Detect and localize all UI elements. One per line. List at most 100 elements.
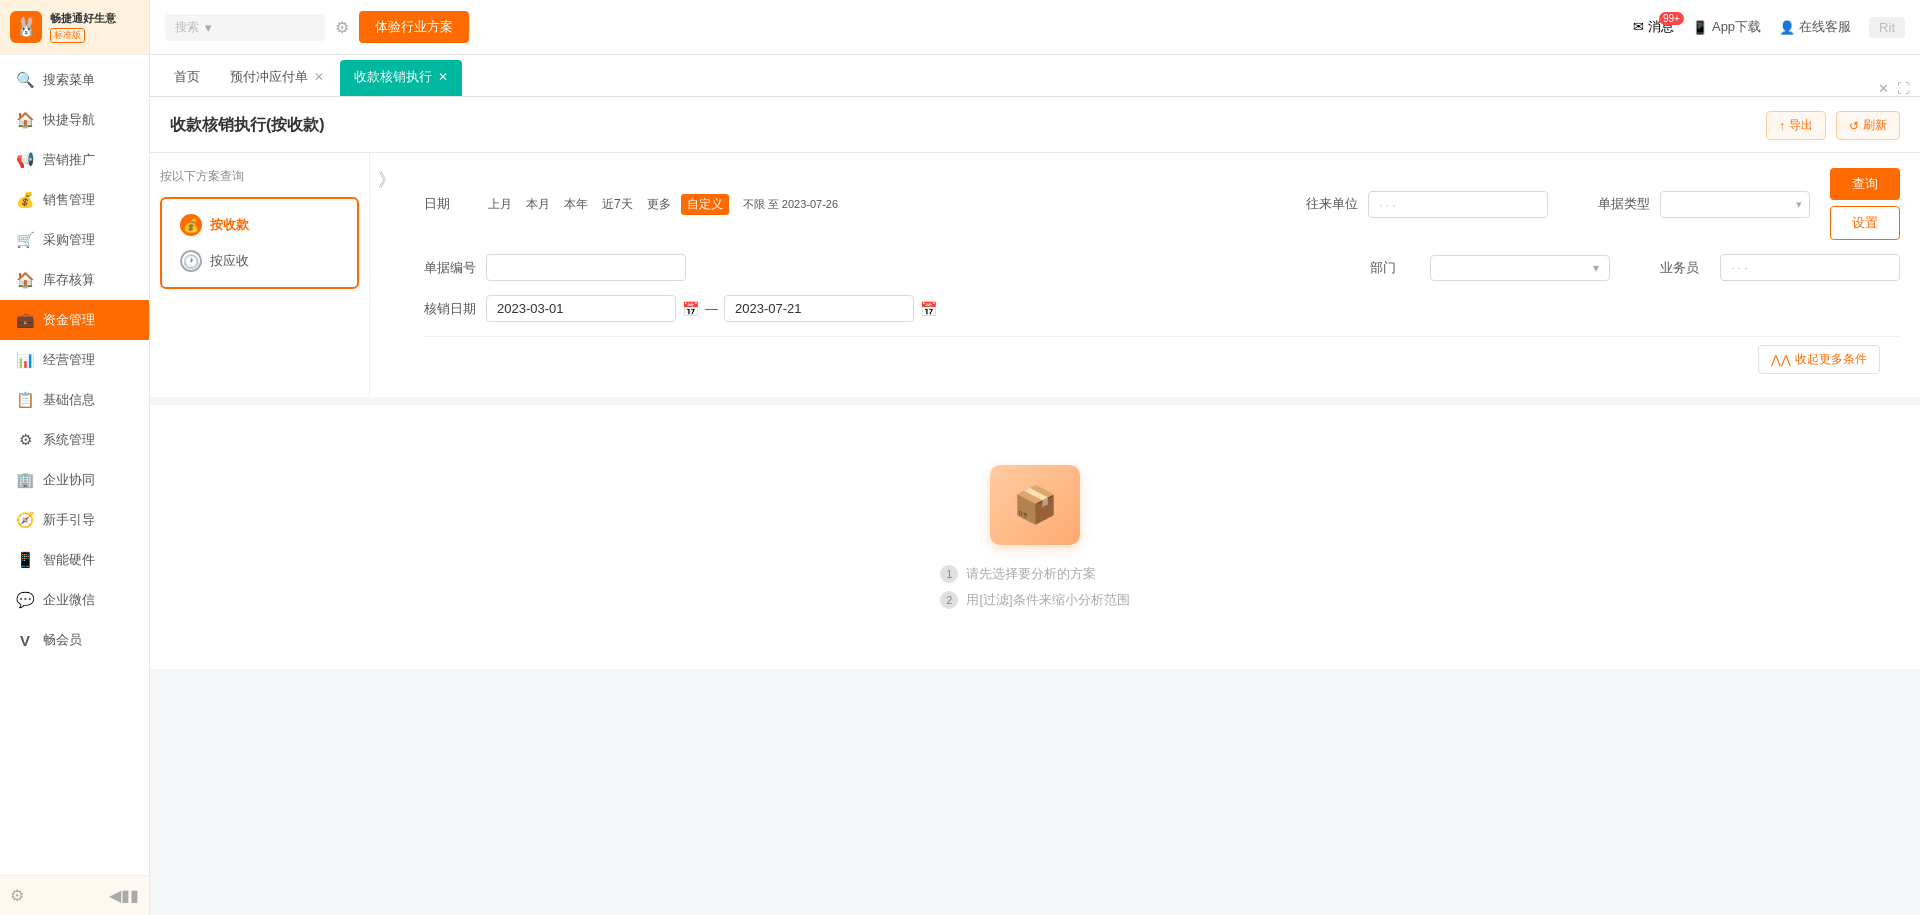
sidebar-item-label: 经营管理 <box>43 351 95 369</box>
sidebar-item-label: 搜索菜单 <box>43 71 95 89</box>
sidebar-item-label: 畅会员 <box>43 631 82 649</box>
sidebar-item-label: 库存核算 <box>43 271 95 289</box>
empty-hints: 1 请先选择要分析的方案 2 用[过滤]条件来缩小分析范围 <box>940 565 1129 609</box>
message-button[interactable]: ✉ 消息 99+ <box>1633 18 1674 36</box>
app-label: App下载 <box>1712 18 1761 36</box>
search-box[interactable]: 搜索 ▾ <box>165 14 325 41</box>
inventory-icon: 🏠 <box>15 270 35 290</box>
date-last-month[interactable]: 上月 <box>484 194 516 215</box>
page-actions: ↑ 导出 ↺ 刷新 <box>1766 111 1900 152</box>
settings-icon[interactable]: ⚙ <box>10 886 24 905</box>
expand-tab-icon[interactable]: ⛶ <box>1897 81 1910 96</box>
sidebar-logo: 🐰 畅捷通好生意 标准版 <box>0 0 149 55</box>
sidebar-item-hardware[interactable]: 📱 智能硬件 <box>0 540 149 580</box>
date-7days[interactable]: 近7天 <box>598 194 637 215</box>
tab-prepay[interactable]: 预付冲应付单 ✕ <box>216 60 338 96</box>
hint-text-1: 请先选择要分析的方案 <box>966 565 1096 583</box>
topbar-gear-icon[interactable]: ⚙ <box>335 18 349 37</box>
sidebar-item-label: 智能硬件 <box>43 551 95 569</box>
verify-date-to-input[interactable] <box>724 295 914 322</box>
empty-icon-wrap: 📦 <box>990 465 1080 545</box>
tab-collection[interactable]: 收款核销执行 ✕ <box>340 60 462 96</box>
logo-text: 畅捷通好生意 标准版 <box>50 11 116 43</box>
sidebar-item-operations[interactable]: 📊 经营管理 <box>0 340 149 380</box>
action-buttons: 查询 设置 <box>1830 168 1900 240</box>
verify-date-from-calendar-icon[interactable]: 📅 <box>682 301 699 317</box>
by-collection-label: 按收款 <box>210 216 249 234</box>
refresh-icon: ↺ <box>1849 119 1859 133</box>
date-this-month[interactable]: 本月 <box>522 194 554 215</box>
online-service-button[interactable]: 👤 在线客服 <box>1779 18 1851 36</box>
solution-button[interactable]: 体验行业方案 <box>359 11 469 43</box>
dept-label: 部门 <box>1370 259 1420 277</box>
refresh-button[interactable]: ↺ 刷新 <box>1836 111 1900 140</box>
settings-button[interactable]: 设置 <box>1830 206 1900 240</box>
hint-num-1: 1 <box>940 565 958 583</box>
export-label: 导出 <box>1789 117 1813 134</box>
sidebar-item-inventory[interactable]: 🏠 库存核算 <box>0 260 149 300</box>
sidebar-item-label: 新手引导 <box>43 511 95 529</box>
collapse-more-button[interactable]: ⋀⋀ 收起更多条件 <box>1758 345 1880 374</box>
user-label: Rit <box>1879 20 1895 35</box>
vip-icon: V <box>15 630 35 650</box>
empty-hint-2: 2 用[过滤]条件来缩小分析范围 <box>940 591 1129 609</box>
service-label: 在线客服 <box>1799 18 1851 36</box>
sidebar-item-system[interactable]: ⚙ 系统管理 <box>0 420 149 460</box>
verify-date-to-calendar-icon[interactable]: 📅 <box>920 301 937 317</box>
page-header: 收款核销执行(按收款) ↑ 导出 ↺ 刷新 <box>150 97 1920 153</box>
close-tab-icon[interactable]: ✕ <box>1878 81 1889 96</box>
sidebar-item-search[interactable]: 🔍 搜索菜单 <box>0 60 149 100</box>
marketing-icon: 📢 <box>15 150 35 170</box>
sales-icon: 💰 <box>15 190 35 210</box>
sidebar-item-label: 系统管理 <box>43 431 95 449</box>
tabbar: 首页 预付冲应付单 ✕ 收款核销执行 ✕ ✕ ⛶ <box>150 55 1920 97</box>
filter-collapse-icon[interactable]: 》 <box>370 153 404 397</box>
by-receivable-icon: 🕐 <box>180 250 202 272</box>
user-info[interactable]: Rit <box>1869 17 1905 38</box>
empty-face-icon: 📦 <box>1013 484 1058 526</box>
doc-no-input[interactable] <box>486 254 686 281</box>
sidebar-item-sales[interactable]: 💰 销售管理 <box>0 180 149 220</box>
sidebar-item-guide[interactable]: 🧭 新手引导 <box>0 500 149 540</box>
sidebar-item-marketing[interactable]: 📢 营销推广 <box>0 140 149 180</box>
sidebar-item-quick-nav[interactable]: 🏠 快捷导航 <box>0 100 149 140</box>
doc-type-label: 单据类型 <box>1598 195 1650 213</box>
sidebar-item-basic-info[interactable]: 📋 基础信息 <box>0 380 149 420</box>
filter-bottom-bar: ⋀⋀ 收起更多条件 <box>424 336 1900 382</box>
date-custom[interactable]: 自定义 <box>681 194 729 215</box>
collapse-more-icon: ⋀⋀ <box>1771 353 1791 367</box>
tab-prepay-close-icon[interactable]: ✕ <box>314 70 324 84</box>
dept-select[interactable]: ▾ <box>1430 255 1610 281</box>
sidebar-item-vip[interactable]: V 畅会员 <box>0 620 149 660</box>
filter-option-by-collection[interactable]: 💰 按收款 <box>170 207 349 243</box>
filter-option-by-receivable[interactable]: 🕐 按应收 <box>170 243 349 279</box>
dept-chevron-icon: ▾ <box>1593 261 1599 275</box>
counterpart-input[interactable]: ··· <box>1368 191 1548 218</box>
collapse-sidebar-icon[interactable]: ◀▮▮ <box>109 886 139 905</box>
sidebar-item-finance[interactable]: 💼 资金管理 <box>0 300 149 340</box>
sidebar-item-purchase[interactable]: 🛒 采购管理 <box>0 220 149 260</box>
tab-home[interactable]: 首页 <box>160 60 214 96</box>
purchase-icon: 🛒 <box>15 230 35 250</box>
verify-date-from-input[interactable] <box>486 295 676 322</box>
topbar: 搜索 ▾ ⚙ 体验行业方案 ✉ 消息 99+ 📱 App下载 👤 在线客服 Ri… <box>150 0 1920 55</box>
export-button[interactable]: ↑ 导出 <box>1766 111 1826 140</box>
tab-collection-close-icon[interactable]: ✕ <box>438 70 448 84</box>
sidebar-menu: 🔍 搜索菜单 🏠 快捷导航 📢 营销推广 💰 销售管理 🛒 采购管理 🏠 库存核… <box>0 55 149 875</box>
staff-input[interactable]: ··· <box>1720 254 1900 281</box>
sidebar-item-label: 企业协同 <box>43 471 95 489</box>
guide-icon: 🧭 <box>15 510 35 530</box>
message-icon: ✉ <box>1633 19 1644 34</box>
logo-badge: 标准版 <box>50 28 85 43</box>
date-this-year[interactable]: 本年 <box>560 194 592 215</box>
date-more[interactable]: 更多 <box>643 194 675 215</box>
query-button[interactable]: 查询 <box>1830 168 1900 200</box>
sidebar-item-wecom[interactable]: 💬 企业微信 <box>0 580 149 620</box>
filter-row-2: 单据编号 部门 ▾ 业务员 ··· <box>424 254 1900 281</box>
sidebar-item-enterprise[interactable]: 🏢 企业协同 <box>0 460 149 500</box>
verify-date-label: 核销日期 <box>424 300 476 318</box>
sidebar-footer: ⚙ ◀▮▮ <box>0 875 149 915</box>
app-download-button[interactable]: 📱 App下载 <box>1692 18 1761 36</box>
filter-scheme-title: 按以下方案查询 <box>160 168 359 185</box>
doc-type-select[interactable] <box>1660 191 1810 218</box>
